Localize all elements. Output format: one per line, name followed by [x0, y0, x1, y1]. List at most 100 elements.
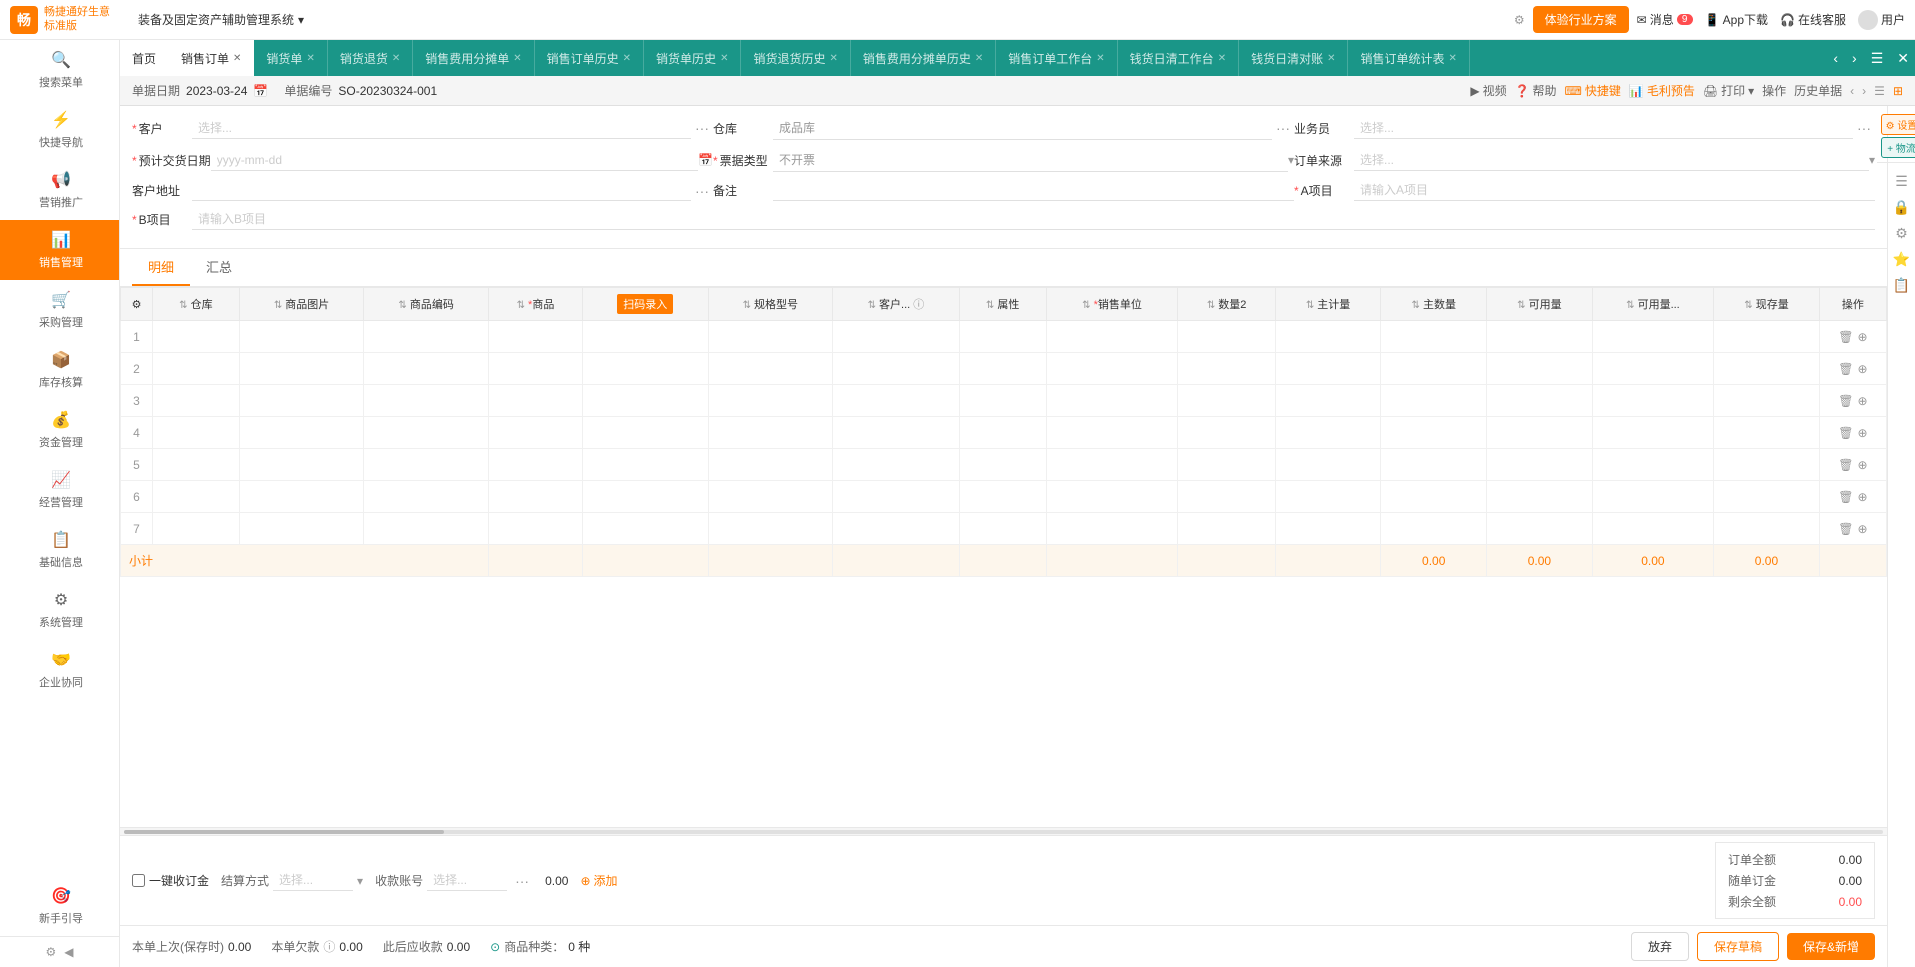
cell-customer-code[interactable]	[833, 353, 960, 385]
tab-sales-order-history[interactable]: 销售订单历史 ✕	[535, 40, 644, 76]
cell-available2[interactable]	[1592, 353, 1713, 385]
cell-available2[interactable]	[1592, 513, 1713, 545]
cell-available[interactable]	[1487, 385, 1593, 417]
cell-available2[interactable]	[1592, 449, 1713, 481]
delete-icon[interactable]: 🗑	[1838, 362, 1853, 376]
column-settings-icon[interactable]: ⚙	[132, 299, 142, 311]
cell-available2[interactable]	[1592, 481, 1713, 513]
tab-daily-reconcile[interactable]: 钱货日清对账 ✕	[1239, 40, 1348, 76]
cell-available[interactable]	[1487, 449, 1593, 481]
user-btn[interactable]: 用户	[1858, 10, 1905, 30]
scrollbar-thumb[interactable]	[124, 830, 444, 834]
cell-attribute[interactable]	[959, 449, 1046, 481]
sort-icon[interactable]: ⇅	[868, 300, 876, 311]
rs-icon-5[interactable]: 📋	[1890, 273, 1914, 297]
cell-qty2[interactable]	[1178, 449, 1275, 481]
sort-icon[interactable]: ⇅	[1207, 300, 1215, 311]
payment-dropdown-icon[interactable]: ▾	[357, 874, 363, 888]
tab-sales-goods-history[interactable]: 销货单历史 ✕	[644, 40, 741, 76]
cell-image[interactable]	[239, 481, 364, 513]
cell-attribute[interactable]	[959, 385, 1046, 417]
salesman-more-btn[interactable]: ···	[1853, 120, 1875, 136]
cell-image[interactable]	[239, 385, 364, 417]
a-project-input[interactable]	[1354, 180, 1875, 201]
cell-goods[interactable]	[488, 385, 582, 417]
cell-customer-code[interactable]	[833, 481, 960, 513]
cell-unit[interactable]	[1046, 353, 1178, 385]
delete-icon[interactable]: 🗑	[1838, 330, 1853, 344]
tab-sales-return[interactable]: 销货退货 ✕	[328, 40, 413, 76]
delivery-date-input[interactable]	[211, 150, 698, 171]
cell-main-qty[interactable]	[1381, 353, 1487, 385]
cell-spec[interactable]	[708, 513, 833, 545]
cell-main-qty[interactable]	[1381, 513, 1487, 545]
cell-qty2[interactable]	[1178, 353, 1275, 385]
print-btn[interactable]: 🖨 打印 ▾	[1703, 82, 1754, 99]
warehouse-more-btn[interactable]: ···	[1272, 120, 1294, 136]
horizontal-scrollbar[interactable]	[120, 827, 1887, 835]
copy-icon[interactable]: ⊕	[1857, 426, 1867, 440]
tab-close-all-btn[interactable]: ✕	[1891, 50, 1915, 67]
tab-close-icon[interactable]: ✕	[1449, 53, 1457, 64]
cell-current[interactable]	[1714, 417, 1820, 449]
cell-goods[interactable]	[488, 417, 582, 449]
cell-spec[interactable]	[708, 321, 833, 353]
dropdown-arrow-icon[interactable]: ▾	[298, 13, 304, 27]
sidebar-collapse-icon[interactable]: ◀	[64, 945, 73, 959]
copy-icon[interactable]: ⊕	[1857, 490, 1867, 504]
tab-close-icon[interactable]: ✕	[513, 53, 521, 64]
cell-scan[interactable]	[583, 385, 709, 417]
copy-icon[interactable]: ⊕	[1857, 362, 1867, 376]
cell-scan[interactable]	[583, 449, 709, 481]
sidebar-item-sales[interactable]: 📊 销售管理	[0, 220, 119, 280]
info-icon[interactable]: ⓘ	[323, 938, 335, 955]
receipt-account-input[interactable]	[427, 870, 507, 891]
cell-spec[interactable]	[708, 385, 833, 417]
cell-available[interactable]	[1487, 321, 1593, 353]
cell-code[interactable]	[364, 385, 489, 417]
sidebar-item-quick-nav[interactable]: ⚡ 快捷导航	[0, 100, 119, 160]
cell-main-unit[interactable]	[1275, 321, 1381, 353]
address-more-btn[interactable]: ···	[691, 183, 713, 199]
sort-icon[interactable]: ⇅	[1306, 300, 1314, 311]
sort-icon[interactable]: ⇅	[179, 300, 187, 311]
tab-close-icon[interactable]: ✕	[392, 53, 400, 64]
sidebar-settings-icon[interactable]: ⚙	[46, 945, 57, 959]
tab-next-btn[interactable]: ›	[1846, 50, 1863, 66]
cell-qty2[interactable]	[1178, 513, 1275, 545]
cell-qty2[interactable]	[1178, 481, 1275, 513]
cell-spec[interactable]	[708, 449, 833, 481]
tab-close-icon[interactable]: ✕	[720, 53, 728, 64]
add-button[interactable]: ⊕ 添加	[580, 872, 617, 889]
cell-main-unit[interactable]	[1275, 417, 1381, 449]
cell-unit[interactable]	[1046, 481, 1178, 513]
shortcut-btn[interactable]: ⌨ 快捷键	[1565, 82, 1621, 99]
cell-main-unit[interactable]	[1275, 449, 1381, 481]
sidebar-item-finance[interactable]: 💰 资金管理	[0, 400, 119, 460]
cell-customer-code[interactable]	[833, 449, 960, 481]
cell-warehouse[interactable]	[153, 321, 240, 353]
rs-icon-1[interactable]: ☰	[1890, 169, 1914, 193]
tab-home[interactable]: 首页	[120, 40, 169, 76]
cell-warehouse[interactable]	[153, 481, 240, 513]
tab-sales-order-workbench[interactable]: 销售订单工作台 ✕	[996, 40, 1117, 76]
cell-unit[interactable]	[1046, 321, 1178, 353]
info-icon[interactable]: ⓘ	[913, 299, 924, 311]
cell-scan[interactable]	[583, 417, 709, 449]
tab-close-icon[interactable]: ✕	[623, 53, 631, 64]
online-support-btn[interactable]: 🎧 在线客服	[1780, 11, 1846, 28]
cell-customer-code[interactable]	[833, 513, 960, 545]
next-record-btn[interactable]: ›	[1862, 84, 1866, 98]
tab-close-icon[interactable]: ✕	[306, 53, 314, 64]
save-draft-button[interactable]: 保存草稿	[1697, 932, 1779, 961]
tab-close-icon[interactable]: ✕	[1327, 53, 1335, 64]
cell-attribute[interactable]	[959, 513, 1046, 545]
tab-sales-expense-history[interactable]: 销售费用分摊单历史 ✕	[851, 40, 996, 76]
sidebar-item-marketing[interactable]: 📢 营销推广	[0, 160, 119, 220]
tab-sales-order[interactable]: 销售订单 ✕	[169, 40, 254, 76]
cell-scan[interactable]	[583, 513, 709, 545]
cell-available2[interactable]	[1592, 385, 1713, 417]
cell-main-unit[interactable]	[1275, 385, 1381, 417]
cell-current[interactable]	[1714, 353, 1820, 385]
date-picker-icon[interactable]: 📅	[698, 153, 713, 167]
